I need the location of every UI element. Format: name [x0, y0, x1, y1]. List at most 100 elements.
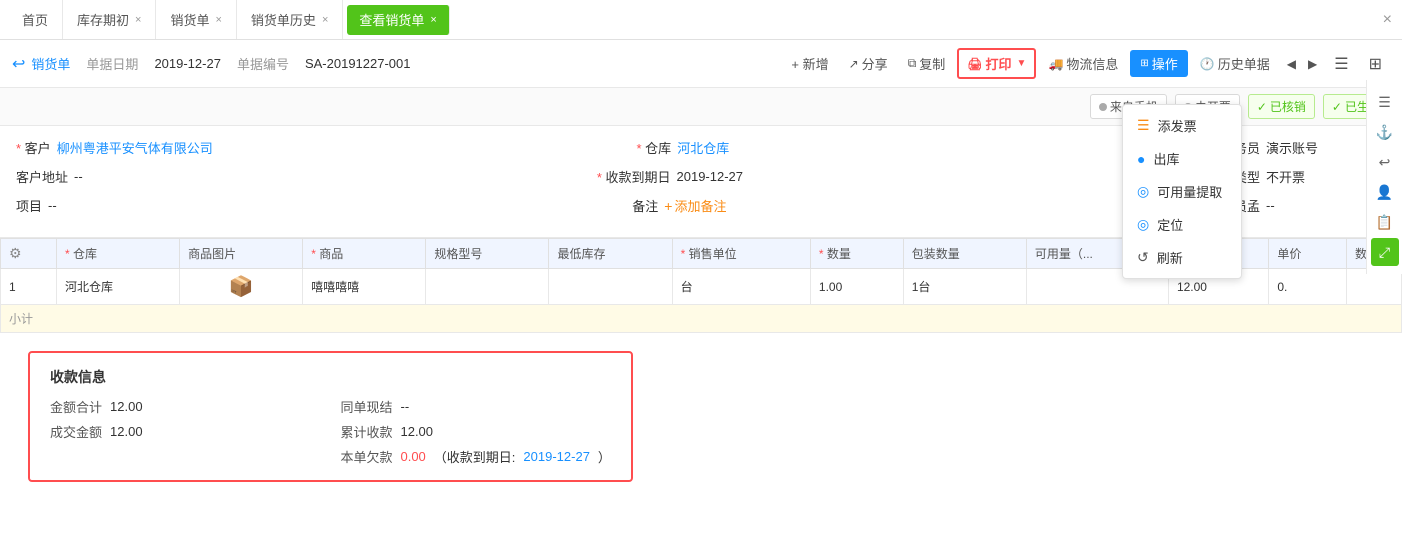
tab-home[interactable]: 首页 — [8, 0, 63, 39]
tab-bar: 首页 库存期初 × 销货单 × 销货单历史 × 查看销货单 × × — [0, 0, 1402, 40]
dropdown-add-invoice[interactable]: ☰ 添发票 — [1123, 109, 1241, 142]
deal-value: 12.00 — [110, 424, 143, 439]
dropdown-outbound[interactable]: ● 出库 — [1123, 142, 1241, 175]
outbound-icon: ● — [1137, 151, 1145, 167]
payment-same-order-row: 同单现结 -- — [340, 397, 610, 416]
row-image: 📦 — [180, 269, 303, 305]
tab-check-sales[interactable]: 查看销货单 × — [347, 5, 449, 35]
add-note-button[interactable]: + 添加备注 — [664, 196, 726, 215]
payment-total-row: 金额合计 12.00 — [50, 397, 320, 416]
share-button[interactable]: ↗ 分享 — [841, 50, 896, 77]
due-date-label: 收款到期日 — [597, 167, 671, 186]
right-icon-2[interactable]: ⚓ — [1371, 118, 1399, 146]
close-sales-history-tab[interactable]: × — [322, 14, 328, 26]
payment-section: 收款信息 金额合计 12.00 同单现结 -- 成交金额 12.00 累计收款 … — [0, 333, 1402, 500]
staff-field: 业务员 演示账号 — [1221, 138, 1386, 157]
col-pack-qty: 包装数量 — [903, 239, 1026, 269]
payment-owed-row: 本单欠款 0.00 （收款到期日: 2019-12-27 ） — [340, 447, 610, 466]
warehouse-field: 仓库 河北仓库 — [637, 138, 798, 157]
payment-deal-row: 成交金额 12.00 — [50, 422, 320, 441]
row-spec — [426, 269, 549, 305]
total-label: 金额合计 — [50, 397, 102, 416]
number-label: 单据编号 — [237, 54, 289, 73]
qty-extract-icon: ◎ — [1137, 183, 1149, 200]
due-note: （收款到期日: — [434, 447, 516, 466]
date-label: 单据日期 — [86, 54, 138, 73]
new-button[interactable]: + 新增 — [783, 50, 836, 77]
note-label: 备注 — [632, 196, 658, 215]
col-gear: ⚙ — [1, 239, 57, 269]
warehouse-value[interactable]: 河北仓库 — [677, 138, 797, 157]
address-field: 客户地址 -- — [16, 167, 194, 186]
customer-value[interactable]: 柳州粤港平安气体有限公司 — [57, 138, 213, 157]
note-field: 备注 + 添加备注 — [632, 196, 726, 215]
cumulative-value: 12.00 — [400, 424, 433, 439]
subtotal-label: 小计 — [1, 305, 1402, 333]
payment-title: 收款信息 — [50, 367, 611, 387]
dropdown-qty-extract[interactable]: ◎ 可用量提取 — [1123, 175, 1241, 208]
col-min-stock: 最低库存 — [549, 239, 672, 269]
row-warehouse: 河北仓库 — [56, 269, 179, 305]
same-order-label: 同单现结 — [340, 397, 392, 416]
close-check-sales-tab[interactable]: × — [430, 14, 436, 26]
tab-sales[interactable]: 销货单 × — [156, 0, 236, 39]
owed-value: 0.00 — [400, 449, 425, 464]
tab-sales-history[interactable]: 销货单历史 × — [237, 0, 343, 39]
deal-label: 成交金额 — [50, 422, 102, 441]
prev-button[interactable]: ◀ — [1282, 54, 1301, 74]
toolbar-actions: + 新增 ↗ 分享 ⧉ 复制 🖨 打印 ▼ 🚚 物流信息 ⊞ 操作 — [783, 48, 1390, 79]
customer-label: 客户 — [16, 138, 51, 157]
refresh-icon: ↺ — [1137, 249, 1149, 266]
right-icon-5[interactable]: 📋 — [1371, 208, 1399, 236]
logistics-button[interactable]: 🚚 物流信息 — [1040, 50, 1126, 77]
row-unit: 台 — [672, 269, 810, 305]
number-value: SA-20191227-001 — [305, 56, 411, 71]
row-qty: 1.00 — [810, 269, 903, 305]
project-value: -- — [48, 198, 168, 213]
operations-dropdown: ☰ 添发票 ● 出库 ◎ 可用量提取 ◎ 定位 ↺ 刷新 — [1122, 104, 1242, 279]
dropdown-locate[interactable]: ◎ 定位 — [1123, 208, 1241, 241]
row-product: 嘻嘻嘻嘻 — [303, 269, 426, 305]
view-toggle-grid[interactable]: ⊞ — [1361, 50, 1390, 78]
owed-label: 本单欠款 — [340, 447, 392, 466]
close-inventory-tab[interactable]: × — [135, 14, 141, 26]
gear-icon[interactable]: ⚙ — [9, 245, 22, 261]
view-toggle-list[interactable]: ☰ — [1326, 50, 1356, 78]
add-invoice-icon: ☰ — [1137, 117, 1150, 134]
col-unit: 销售单位 — [672, 239, 810, 269]
col-product: 商品 — [303, 239, 426, 269]
history-button[interactable]: 🕐 历史单据 — [1192, 50, 1278, 77]
next-button[interactable]: ▶ — [1303, 54, 1322, 74]
warehouse-label: 仓库 — [637, 138, 672, 157]
due-date-value: 2019-12-27 — [523, 449, 590, 464]
col-warehouse: 仓库 — [56, 239, 179, 269]
date-value: 2019-12-27 — [154, 56, 221, 71]
mobile-dot — [1099, 103, 1107, 111]
close-sales-tab[interactable]: × — [215, 14, 221, 26]
tab-inventory[interactable]: 库存期初 × — [63, 0, 156, 39]
checked-off-button[interactable]: ✓ 已核销 — [1248, 94, 1315, 119]
main-container: ↩ 销货单 单据日期 2019-12-27 单据编号 SA-20191227-0… — [0, 40, 1402, 533]
print-button[interactable]: 🖨 打印 ▼ — [957, 48, 1036, 79]
right-icon-1[interactable]: ☰ — [1371, 88, 1399, 116]
right-icon-3[interactable]: ↩ — [1371, 148, 1399, 176]
right-icon-4[interactable]: 👤 — [1371, 178, 1399, 206]
right-icons-panel: ☰ ⚓ ↩ 👤 📋 ⤢ — [1366, 80, 1402, 274]
col-qty: 数量 — [810, 239, 903, 269]
window-close-button[interactable]: × — [1383, 11, 1392, 29]
subtotal-row: 小计 — [1, 305, 1402, 333]
row-no: 1 — [1, 269, 57, 305]
dropdown-refresh[interactable]: ↺ 刷新 — [1123, 241, 1241, 274]
copy-button[interactable]: ⧉ 复制 — [900, 50, 954, 77]
col-image: 商品图片 — [180, 239, 303, 269]
due-date-field: 收款到期日 2019-12-27 — [597, 167, 797, 186]
address-value: -- — [74, 169, 194, 184]
effective-icon: ✓ — [1332, 100, 1342, 114]
operate-button[interactable]: ⊞ 操作 — [1130, 50, 1187, 77]
row-price: 0. — [1269, 269, 1347, 305]
same-order-value: -- — [400, 399, 409, 414]
payment-grid: 金额合计 12.00 同单现结 -- 成交金额 12.00 累计收款 12.00 — [50, 397, 611, 466]
right-icon-6-expand[interactable]: ⤢ — [1371, 238, 1399, 266]
toolbar: ↩ 销货单 单据日期 2019-12-27 单据编号 SA-20191227-0… — [0, 40, 1402, 88]
product-image-icon: 📦 — [229, 276, 254, 298]
